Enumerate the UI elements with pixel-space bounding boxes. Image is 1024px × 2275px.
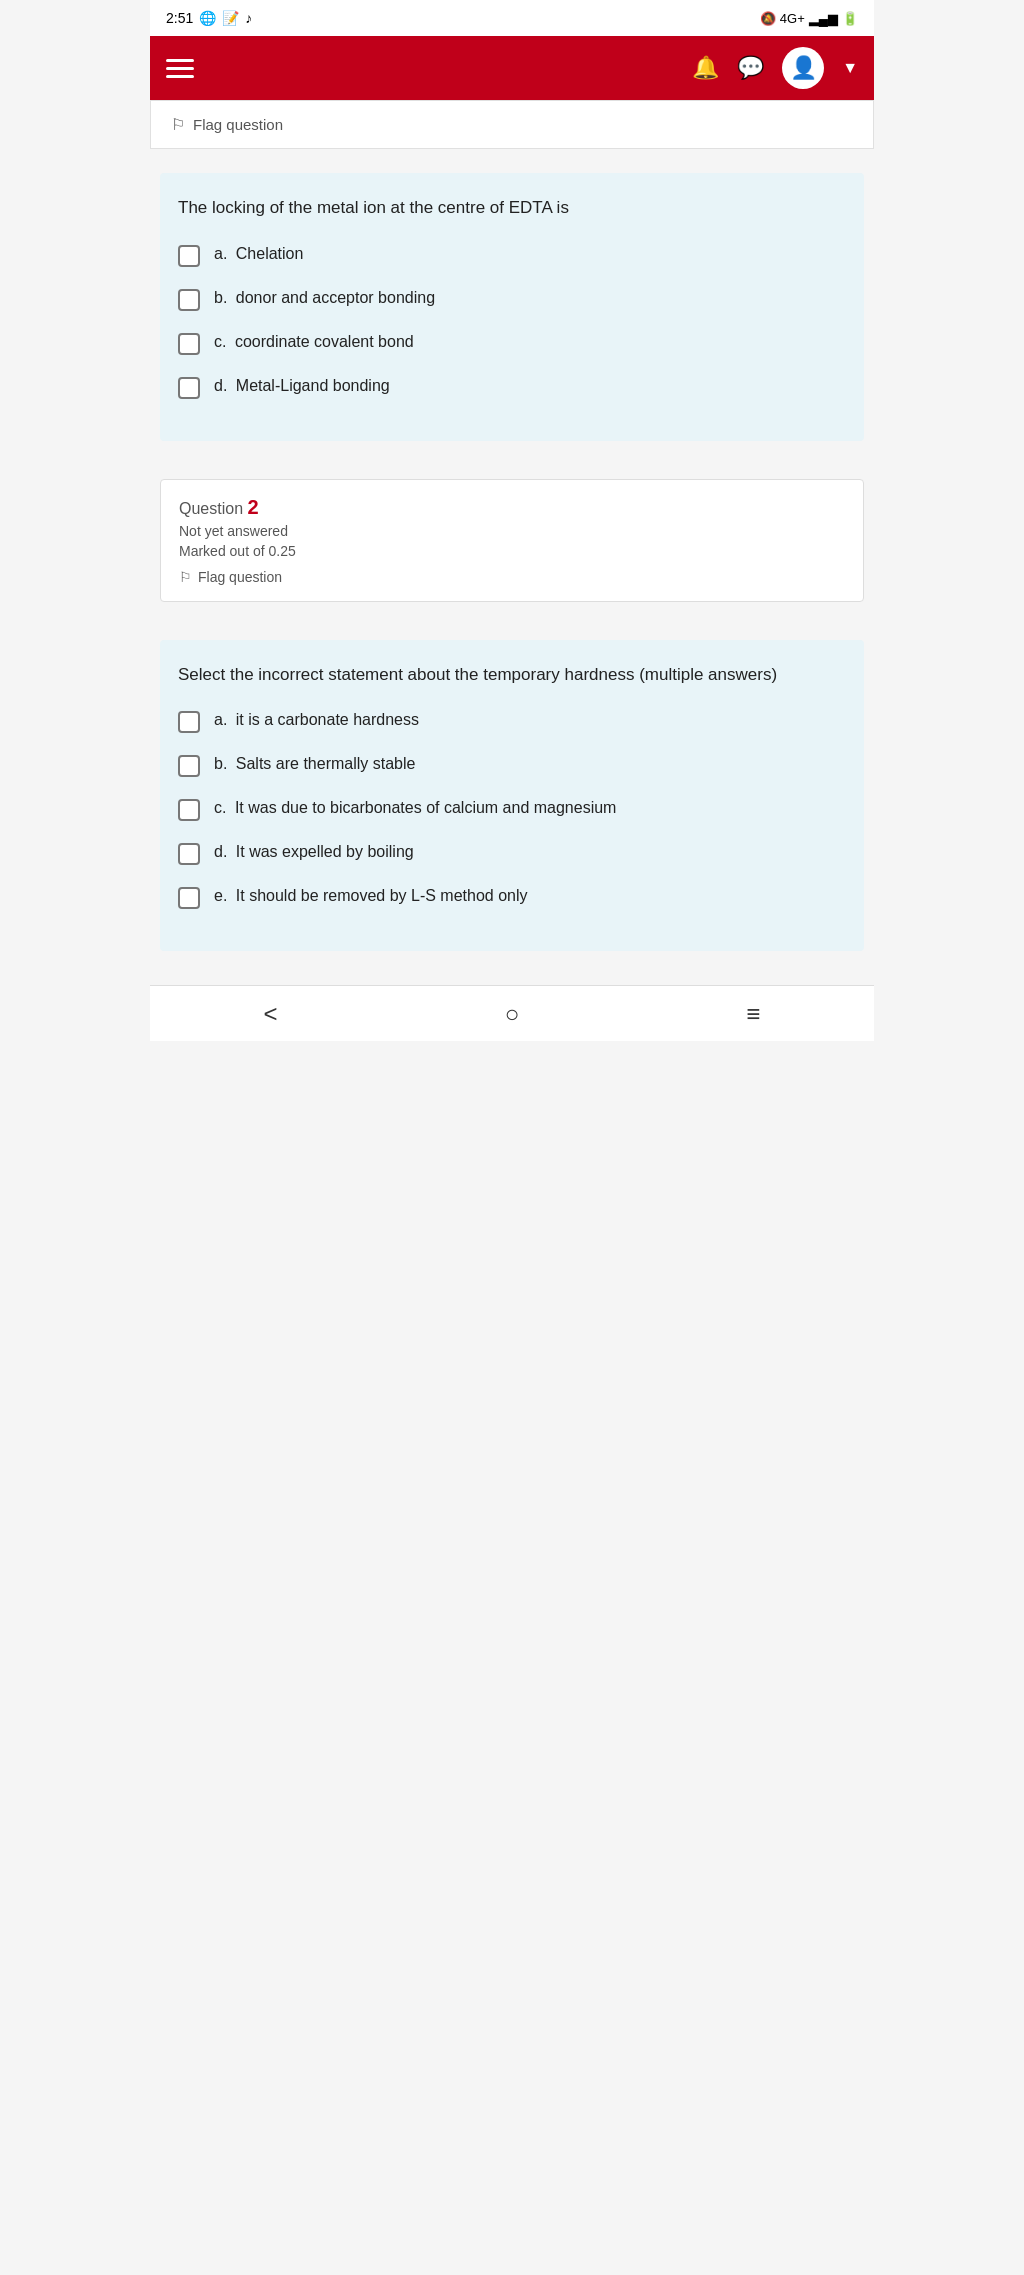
flag-question-bar-1[interactable]: ⚐ Flag question <box>150 100 874 149</box>
option-1b-label: b. donor and acceptor bonding <box>214 287 435 309</box>
flag-question-label-2: Flag question <box>198 569 282 585</box>
checkbox-1b[interactable] <box>178 289 200 311</box>
question-word: Question <box>179 500 243 517</box>
time-display: 2:51 <box>166 10 193 26</box>
battery-icon: 🔋 <box>842 11 858 26</box>
option-2d-text: It was expelled by boiling <box>236 843 414 860</box>
checkbox-1d[interactable] <box>178 377 200 399</box>
option-1c-label: c. coordinate covalent bond <box>214 331 414 353</box>
option-1d-letter: d. <box>214 377 227 394</box>
flag-question-label-1: Flag question <box>193 116 283 133</box>
option-2c-text: It was due to bicarbonates of calcium an… <box>235 799 617 816</box>
question-2-text: Select the incorrect statement about the… <box>178 662 846 688</box>
option-2a: a. it is a carbonate hardness <box>178 709 846 733</box>
option-1a: a. Chelation <box>178 243 846 267</box>
option-2d: d. It was expelled by boiling <box>178 841 846 865</box>
option-1a-label: a. Chelation <box>214 243 303 265</box>
option-1b-text: donor and acceptor bonding <box>236 289 435 306</box>
hamburger-line-3 <box>166 75 194 78</box>
option-1b: b. donor and acceptor bonding <box>178 287 846 311</box>
marked-out-label: Marked out of 0.25 <box>179 543 845 559</box>
signal-icon: ▂▄▆ <box>809 11 838 26</box>
bell-icon[interactable]: 🔔 <box>692 55 719 81</box>
hamburger-line-1 <box>166 59 194 62</box>
option-1d-label: d. Metal-Ligand bonding <box>214 375 390 397</box>
option-2c-label: c. It was due to bicarbonates of calcium… <box>214 797 616 819</box>
back-button[interactable]: < <box>244 1000 298 1028</box>
option-2c-letter: c. <box>214 799 226 816</box>
checkbox-2c[interactable] <box>178 799 200 821</box>
status-right: 🔕 4G+ ▂▄▆ 🔋 <box>760 11 858 26</box>
option-2b-label: b. Salts are thermally stable <box>214 753 415 775</box>
hamburger-menu[interactable] <box>166 59 194 78</box>
status-left: 2:51 🌐 📝 ♪ <box>166 10 252 26</box>
network-label: 4G+ <box>780 11 805 26</box>
option-2d-letter: d. <box>214 843 227 860</box>
option-2a-label: a. it is a carbonate hardness <box>214 709 419 731</box>
question-2-info-card: Question 2 Not yet answered Marked out o… <box>160 479 864 602</box>
app-icon-1: 📝 <box>222 10 239 26</box>
option-2a-letter: a. <box>214 711 227 728</box>
option-2b-letter: b. <box>214 755 227 772</box>
globe-icon: 🌐 <box>199 10 216 26</box>
avatar-icon: 👤 <box>790 55 817 81</box>
question-1-text: The locking of the metal ion at the cent… <box>178 195 846 221</box>
option-2e-letter: e. <box>214 887 227 904</box>
option-2b-text: Salts are thermally stable <box>236 755 416 772</box>
nav-right-icons: 🔔 💬 👤 ▼ <box>692 47 858 89</box>
option-1c-text: coordinate covalent bond <box>235 333 414 350</box>
home-button[interactable]: ○ <box>485 1000 540 1028</box>
option-1a-text: Chelation <box>236 245 304 262</box>
checkbox-2a[interactable] <box>178 711 200 733</box>
option-2e-text: It should be removed by L-S method only <box>236 887 528 904</box>
checkbox-1a[interactable] <box>178 245 200 267</box>
checkbox-2d[interactable] <box>178 843 200 865</box>
flag-icon-2: ⚐ <box>179 569 192 585</box>
option-1d-text: Metal-Ligand bonding <box>236 377 390 394</box>
question-2-number: 2 <box>248 496 259 518</box>
question-2-label: Question 2 <box>179 496 845 519</box>
option-1d: d. Metal-Ligand bonding <box>178 375 846 399</box>
menu-button[interactable]: ≡ <box>726 1000 780 1028</box>
flag-question-link-2[interactable]: ⚐ Flag question <box>179 569 845 585</box>
checkbox-1c[interactable] <box>178 333 200 355</box>
option-2c: c. It was due to bicarbonates of calcium… <box>178 797 846 821</box>
checkbox-2b[interactable] <box>178 755 200 777</box>
checkbox-2e[interactable] <box>178 887 200 909</box>
option-2e: e. It should be removed by L-S method on… <box>178 885 846 909</box>
hamburger-line-2 <box>166 67 194 70</box>
status-bar: 2:51 🌐 📝 ♪ 🔕 4G+ ▂▄▆ 🔋 <box>150 0 874 36</box>
option-1c: c. coordinate covalent bond <box>178 331 846 355</box>
option-2b: b. Salts are thermally stable <box>178 753 846 777</box>
option-1c-letter: c. <box>214 333 226 350</box>
option-2a-text: it is a carbonate hardness <box>236 711 419 728</box>
not-answered-status: Not yet answered <box>179 523 845 539</box>
option-2e-label: e. It should be removed by L-S method on… <box>214 885 528 907</box>
bottom-nav-bar: < ○ ≡ <box>150 985 874 1041</box>
option-1b-letter: b. <box>214 289 227 306</box>
message-icon[interactable]: 💬 <box>737 55 764 81</box>
tiktok-icon: ♪ <box>245 10 252 26</box>
mute-icon: 🔕 <box>760 11 776 26</box>
dropdown-arrow-icon[interactable]: ▼ <box>842 59 858 77</box>
top-nav-bar: 🔔 💬 👤 ▼ <box>150 36 874 100</box>
question-2-block: Select the incorrect statement about the… <box>160 640 864 952</box>
question-1-block: The locking of the metal ion at the cent… <box>160 173 864 441</box>
main-content: ⚐ Flag question The locking of the metal… <box>150 100 874 1041</box>
option-1a-letter: a. <box>214 245 227 262</box>
option-2d-label: d. It was expelled by boiling <box>214 841 414 863</box>
flag-icon-1: ⚐ <box>171 115 185 134</box>
avatar[interactable]: 👤 <box>782 47 824 89</box>
